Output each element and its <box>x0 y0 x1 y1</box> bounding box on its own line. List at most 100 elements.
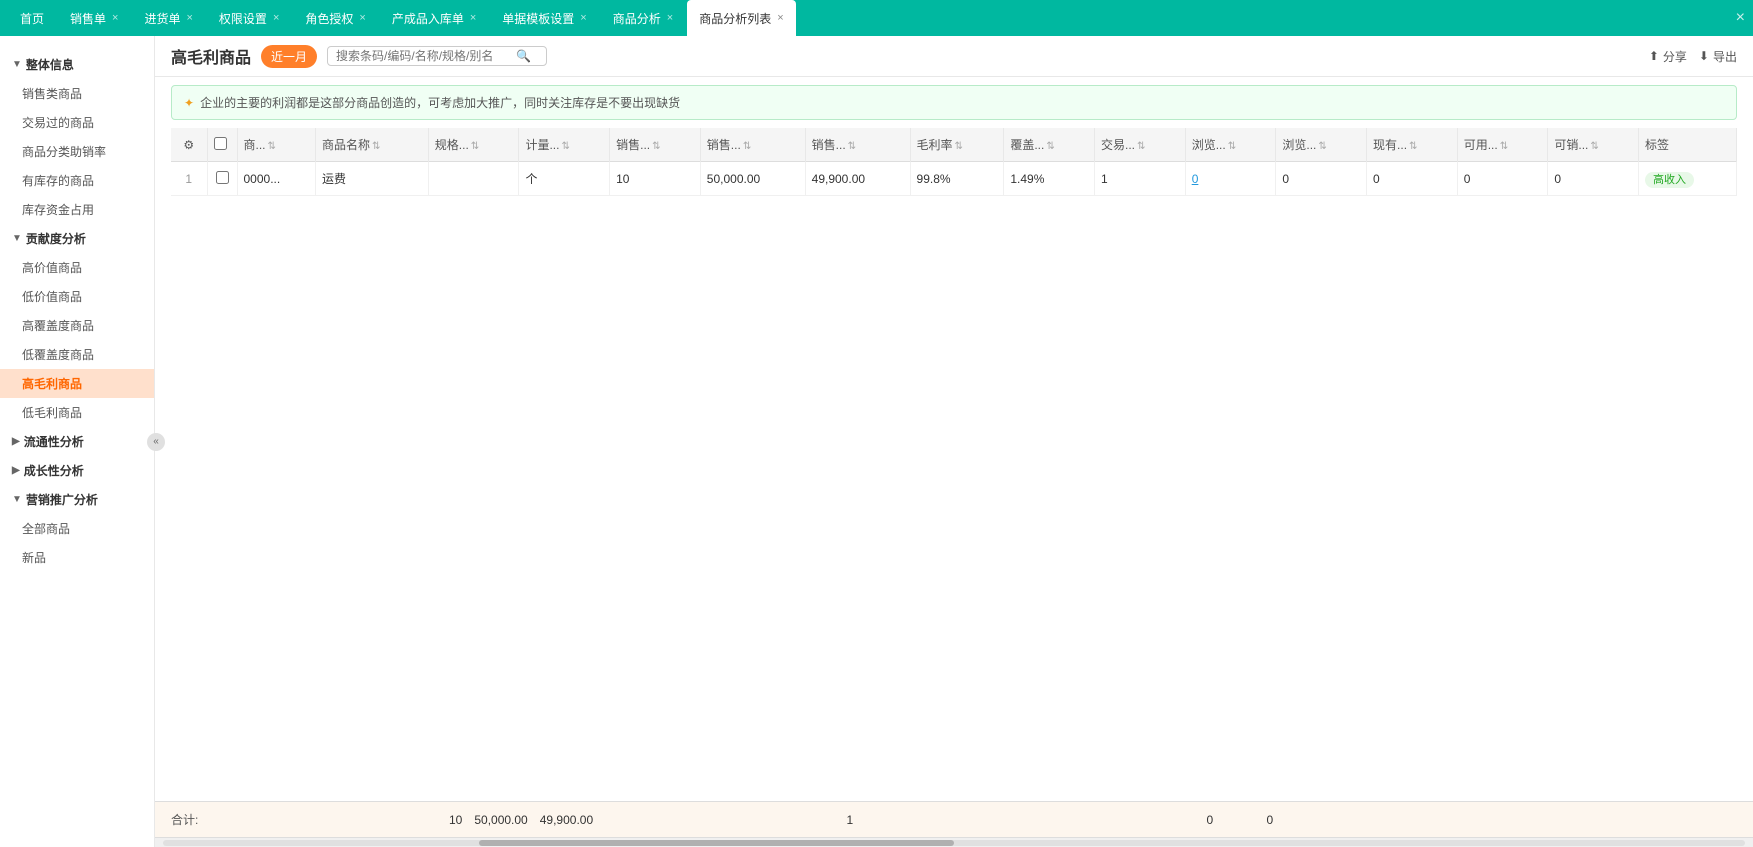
nav-permission-close[interactable]: × <box>273 12 279 24</box>
nav-template-close[interactable]: × <box>580 12 586 24</box>
sidebar-item-high-value[interactable]: 高价值商品 <box>0 253 154 282</box>
row-checkbox[interactable] <box>216 171 229 184</box>
th-sale-amount[interactable]: 销售...⇅ <box>700 128 805 162</box>
td-browse1[interactable]: 0 <box>1185 162 1276 196</box>
footer-sale-amount: 50,000.00 <box>468 813 533 827</box>
sidebar-group-marketing-items: 全部商品 新品 <box>0 514 154 572</box>
sort-icon-10: ⇅ <box>1137 141 1145 152</box>
nav-role-close[interactable]: × <box>359 12 365 24</box>
sidebar-item-high-coverage[interactable]: 高覆盖度商品 <box>0 311 154 340</box>
horizontal-scrollbar[interactable] <box>155 837 1753 847</box>
nav-template[interactable]: 单据模板设置 × <box>490 0 598 36</box>
search-icon[interactable]: 🔍 <box>516 49 531 63</box>
tag-badge: 高收入 <box>1645 172 1694 188</box>
th-sale-qty[interactable]: 销售...⇅ <box>610 128 701 162</box>
chevron-down-icon-2: ▼ <box>12 233 22 244</box>
nav-goods-analysis-close[interactable]: × <box>667 12 673 24</box>
th-spec[interactable]: 规格...⇅ <box>428 128 519 162</box>
nav-sales[interactable]: 销售单 × <box>58 0 130 36</box>
search-input[interactable] <box>336 49 516 63</box>
th-sale-profit[interactable]: 销售...⇅ <box>805 128 910 162</box>
sidebar-item-category-rate[interactable]: 商品分类助销率 <box>0 137 154 166</box>
td-sale-profit: 49,900.00 <box>805 162 910 196</box>
nav-finished-goods[interactable]: 产成品入库单 × <box>380 0 488 36</box>
nav-goods-analysis[interactable]: 商品分析 × <box>601 0 685 36</box>
td-stock1: 0 <box>1367 162 1458 196</box>
footer-tx-count: 1 <box>799 813 859 827</box>
footer-empty4 <box>959 813 1059 827</box>
nav-goods-analysis-list[interactable]: 商品分析列表 × <box>687 0 795 36</box>
chevron-down-icon-3: ▼ <box>12 494 22 505</box>
nav-finished-goods-close[interactable]: × <box>470 12 476 24</box>
sort-icon-11: ⇅ <box>1228 141 1236 152</box>
sort-icon-5: ⇅ <box>652 141 660 152</box>
th-gross-margin[interactable]: 毛利率⇅ <box>910 128 1004 162</box>
export-button[interactable]: ⬇ 导出 <box>1699 48 1737 65</box>
table-container: ⚙ 商...⇅ 商品名称⇅ 规格...⇅ 计量...⇅ 销售...⇅ 销售...… <box>155 128 1753 801</box>
sort-icon-2: ⇅ <box>372 141 380 152</box>
scrollbar-track[interactable] <box>163 840 1745 846</box>
nav-sales-close[interactable]: × <box>112 12 118 24</box>
sidebar-item-low-coverage[interactable]: 低覆盖度商品 <box>0 340 154 369</box>
footer-empty2 <box>699 813 799 827</box>
sidebar-item-stock-fund[interactable]: 库存资金占用 <box>0 195 154 224</box>
th-browse2[interactable]: 浏览...⇅ <box>1276 128 1367 162</box>
sidebar-item-traded-goods[interactable]: 交易过的商品 <box>0 108 154 137</box>
nav-purchase-close[interactable]: × <box>186 12 192 24</box>
td-gross-margin: 99.8% <box>910 162 1004 196</box>
th-tx-count[interactable]: 交易...⇅ <box>1095 128 1186 162</box>
sidebar-group-liquidity[interactable]: ▶ 流通性分析 <box>0 427 154 456</box>
sidebar-group-marketing[interactable]: ▼ 营销推广分析 <box>0 485 154 514</box>
nav-close-all[interactable]: × <box>1736 9 1745 27</box>
th-stock1[interactable]: 现有...⇅ <box>1367 128 1458 162</box>
th-settings[interactable]: ⚙ <box>171 128 207 162</box>
nav-role[interactable]: 角色授权 × <box>293 0 377 36</box>
sort-icon: ⇅ <box>268 141 276 152</box>
nav-purchase[interactable]: 进货单 × <box>132 0 204 36</box>
th-stock2[interactable]: 可用...⇅ <box>1457 128 1548 162</box>
share-button[interactable]: ⬆ 分享 <box>1649 48 1687 65</box>
footer-sale-profit: 49,900.00 <box>534 813 599 827</box>
td-checkbox[interactable] <box>207 162 237 196</box>
select-all-checkbox[interactable] <box>214 137 227 150</box>
footer-stock2: 0 <box>1159 813 1219 827</box>
search-box: 🔍 <box>327 46 547 66</box>
td-tag: 高收入 <box>1639 162 1737 196</box>
th-checkbox[interactable] <box>207 128 237 162</box>
main-layout: « ▼ 整体信息 销售类商品 交易过的商品 商品分类助销率 有库存的商品 库存资… <box>0 36 1753 847</box>
th-unit[interactable]: 计量...⇅ <box>519 128 610 162</box>
top-nav: 首页 销售单 × 进货单 × 权限设置 × 角色授权 × 产成品入库单 × 单据… <box>0 0 1753 36</box>
sidebar-item-high-margin[interactable]: 高毛利商品 <box>0 369 154 398</box>
sidebar-item-low-value[interactable]: 低价值商品 <box>0 282 154 311</box>
nav-goods-analysis-list-close[interactable]: × <box>777 12 783 24</box>
scrollbar-thumb[interactable] <box>479 840 954 846</box>
sidebar-item-low-margin[interactable]: 低毛利商品 <box>0 398 154 427</box>
sidebar-group-growth[interactable]: ▶ 成长性分析 <box>0 456 154 485</box>
table-footer: 合计: 10 50,000.00 49,900.00 1 0 0 <box>155 801 1753 837</box>
sidebar-item-new-goods[interactable]: 新品 <box>0 543 154 572</box>
sort-icon-4: ⇅ <box>561 141 569 152</box>
th-coverage[interactable]: 覆盖...⇅ <box>1004 128 1095 162</box>
sidebar-item-stock-goods[interactable]: 有库存的商品 <box>0 166 154 195</box>
footer-empty1 <box>599 813 699 827</box>
export-icon: ⬇ <box>1699 49 1709 63</box>
th-tag: 标签 <box>1639 128 1737 162</box>
td-spec <box>428 162 519 196</box>
td-code: 0000... <box>237 162 316 196</box>
sort-icon-14: ⇅ <box>1500 141 1508 152</box>
sidebar-group-overall[interactable]: ▼ 整体信息 <box>0 50 154 79</box>
sidebar: « ▼ 整体信息 销售类商品 交易过的商品 商品分类助销率 有库存的商品 库存资… <box>0 36 155 847</box>
time-filter-button[interactable]: 近一月 <box>261 45 317 68</box>
th-code[interactable]: 商...⇅ <box>237 128 316 162</box>
th-name[interactable]: 商品名称⇅ <box>316 128 429 162</box>
nav-home[interactable]: 首页 <box>8 0 56 36</box>
th-browse1[interactable]: 浏览...⇅ <box>1185 128 1276 162</box>
sidebar-item-all-goods[interactable]: 全部商品 <box>0 514 154 543</box>
footer-cells: 10 50,000.00 49,900.00 1 0 0 <box>208 813 1737 827</box>
sidebar-group-contribution[interactable]: ▼ 贡献度分析 <box>0 224 154 253</box>
th-stock3[interactable]: 可销...⇅ <box>1548 128 1639 162</box>
content-header: 高毛利商品 近一月 🔍 ⬆ 分享 ⬇ 导出 <box>155 36 1753 77</box>
nav-permission[interactable]: 权限设置 × <box>207 0 291 36</box>
chevron-down-icon: ▼ <box>12 59 22 70</box>
sidebar-item-sales-goods[interactable]: 销售类商品 <box>0 79 154 108</box>
